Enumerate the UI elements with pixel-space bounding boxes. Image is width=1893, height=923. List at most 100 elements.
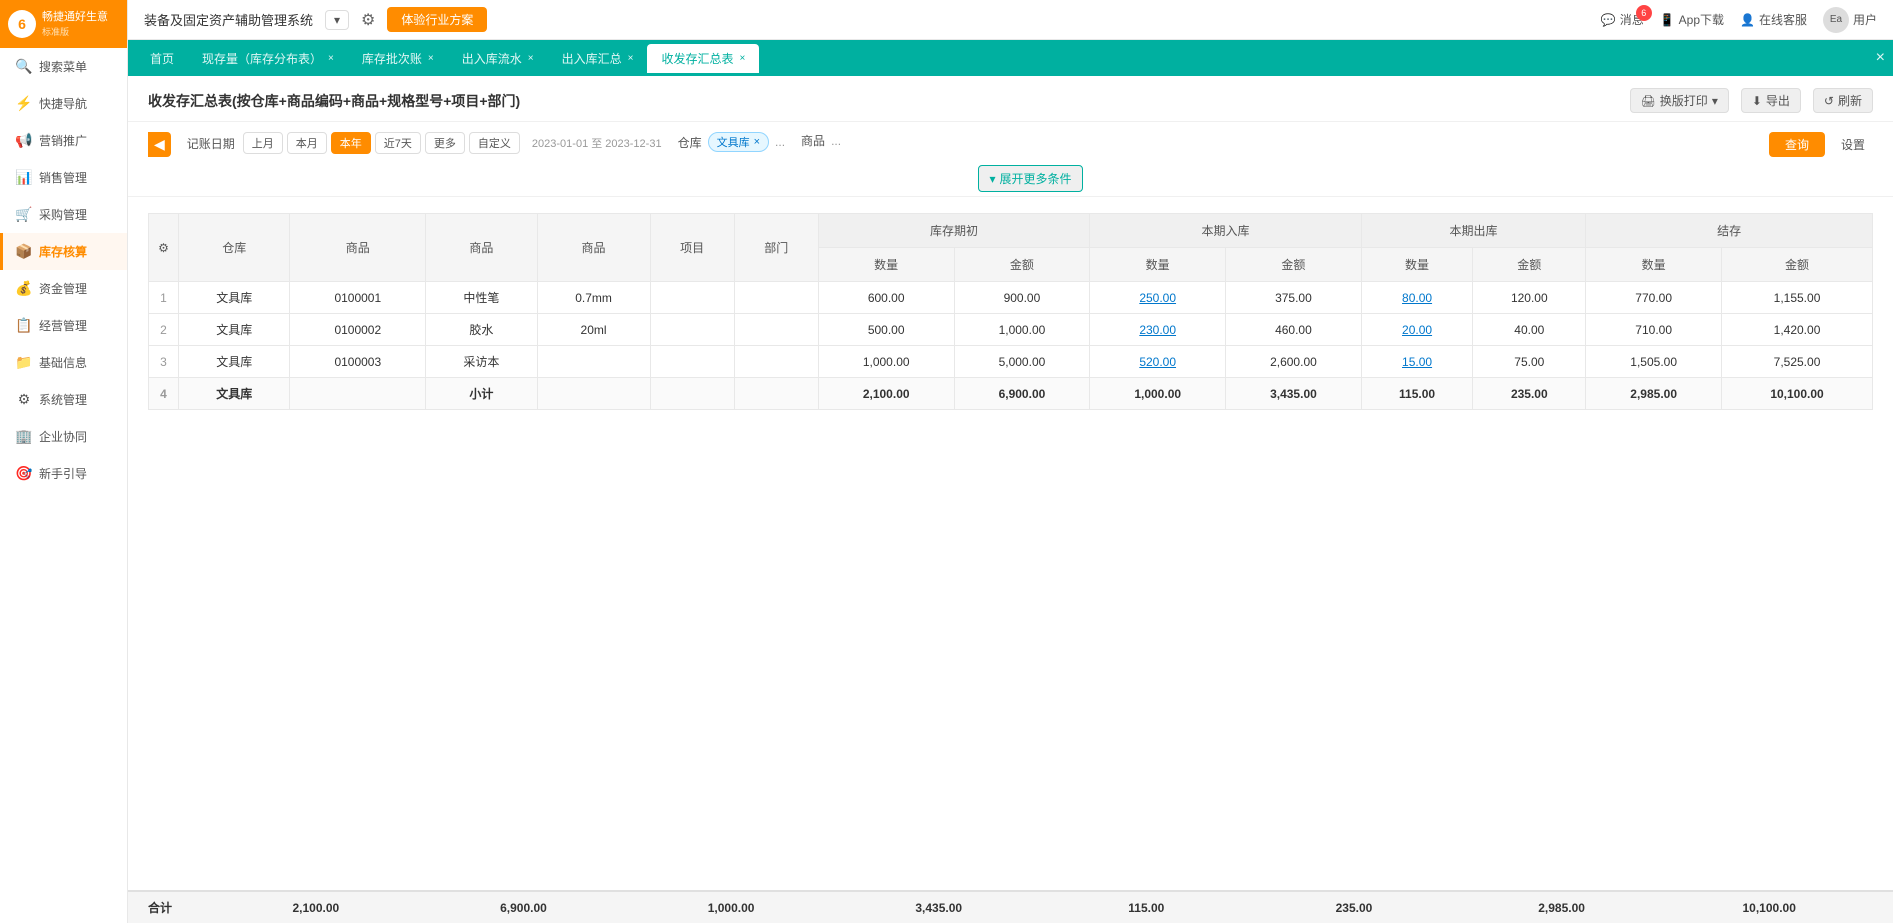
- sidebar-item-marketing[interactable]: 📢营销推广: [0, 122, 127, 159]
- app-download-btn[interactable]: 📱 App下载: [1660, 11, 1724, 28]
- footer-values: 2,100.00 6,900.00 1,000.00 3,435.00 115.…: [212, 901, 1873, 915]
- sidebar-logo: 6 畅捷通好生意 标准版: [0, 0, 127, 48]
- cell-out-qty[interactable]: 15.00: [1361, 346, 1472, 378]
- date-filter-group: 记账日期 上月 本月 本年 近7天 更多 自定义 2023-01-01 至 20…: [187, 132, 662, 154]
- th-in: 本期入库: [1090, 214, 1362, 248]
- notification-btn[interactable]: 💬 消息 6: [1601, 11, 1644, 28]
- th-closing: 结存: [1586, 214, 1873, 248]
- cell-num: 1: [149, 282, 179, 314]
- notif-badge: 6: [1636, 5, 1652, 21]
- cell-dept: [734, 282, 818, 314]
- topbar-left: 装备及固定资产辅助管理系统 ▾ ⚙ 体验行业方案: [144, 7, 487, 32]
- online-service-btn[interactable]: 👤 在线客服: [1740, 11, 1807, 28]
- footer-close-amt: 10,100.00: [1665, 901, 1873, 915]
- cell-in-qty[interactable]: 230.00: [1090, 314, 1226, 346]
- date-this-month[interactable]: 本月: [287, 132, 327, 154]
- tab-inout-flow[interactable]: 出入库流水 ×: [448, 44, 548, 73]
- export-button[interactable]: ⬇ 导出: [1741, 88, 1801, 113]
- cell-close-qty: 710.00: [1586, 314, 1722, 346]
- sidebar-item-system[interactable]: ⚙系统管理: [0, 381, 127, 418]
- cell-warehouse: 文具库: [179, 282, 290, 314]
- product-label: 商品: [801, 132, 825, 149]
- th-open-amt: 金额: [954, 248, 1090, 282]
- sidebar-item-search[interactable]: 🔍搜索菜单: [0, 48, 127, 85]
- product-more[interactable]: ...: [831, 134, 841, 148]
- cell-in-qty[interactable]: 520.00: [1090, 346, 1226, 378]
- warehouse-label: 仓库: [678, 134, 702, 151]
- sidebar-item-enterprise[interactable]: 🏢企业协同: [0, 418, 127, 455]
- tab-recv-send-label: 收发存汇总表: [661, 50, 733, 67]
- sidebar-item-quick[interactable]: ⚡快捷导航: [0, 85, 127, 122]
- query-button[interactable]: 查询: [1769, 132, 1825, 157]
- print-button[interactable]: 🖨 换版打印 ▾: [1630, 88, 1729, 113]
- th-out: 本期出库: [1361, 214, 1585, 248]
- cell-out-amt: 235.00: [1473, 378, 1586, 410]
- cell-out-amt: 75.00: [1473, 346, 1586, 378]
- cell-in-amt: 460.00: [1226, 314, 1362, 346]
- th-dept: 部门: [734, 214, 818, 282]
- cell-close-qty: 770.00: [1586, 282, 1722, 314]
- tab-home[interactable]: 首页: [136, 44, 188, 73]
- close-all-tabs[interactable]: ×: [1876, 49, 1885, 67]
- cell-close-qty: 2,985.00: [1586, 378, 1722, 410]
- topbar-gear-icon[interactable]: ⚙: [361, 10, 375, 30]
- cell-open-amt: 1,000.00: [954, 314, 1090, 346]
- brand-sub: 标准版: [42, 25, 108, 38]
- date-last-month[interactable]: 上月: [243, 132, 283, 154]
- table-row: 3 文具库 0100003 采访本 1,000.00 5,000.00 520.…: [149, 346, 1873, 378]
- cell-out-qty[interactable]: 20.00: [1361, 314, 1472, 346]
- tab-inout-summary[interactable]: 出入库汇总 ×: [548, 44, 648, 73]
- table-settings-icon[interactable]: ⚙: [158, 241, 169, 255]
- warehouse-tag-close[interactable]: ×: [754, 136, 760, 148]
- filter-toggle-btn[interactable]: ◀: [148, 132, 171, 157]
- sidebar-item-newbie[interactable]: 🎯新手引导: [0, 455, 127, 492]
- sidebar-icon-purchase: 🛒: [15, 206, 33, 223]
- sidebar-item-sales[interactable]: 📊 销售管理: [0, 159, 127, 196]
- sidebar-item-purchase[interactable]: 🛒采购管理: [0, 196, 127, 233]
- th-spec: 商品: [537, 214, 650, 282]
- cell-num: 3: [149, 346, 179, 378]
- trial-button[interactable]: 体验行业方案: [387, 7, 487, 32]
- settings-button[interactable]: 设置: [1833, 132, 1873, 157]
- sidebar-item-finance[interactable]: 💰资金管理: [0, 270, 127, 307]
- warehouse-more[interactable]: ...: [775, 135, 785, 149]
- date-7days[interactable]: 近7天: [375, 132, 421, 154]
- cell-open-qty: 2,100.00: [818, 378, 954, 410]
- tab-stock-dist-label: 现存量（库存分布表）: [202, 50, 322, 67]
- expand-more-btn[interactable]: ▾ 展开更多条件: [978, 165, 1082, 192]
- sidebar-item-operations[interactable]: 📋经营管理: [0, 307, 127, 344]
- refresh-button[interactable]: ↺ 刷新: [1813, 88, 1873, 113]
- th-in-qty: 数量: [1090, 248, 1226, 282]
- th-warehouse: 仓库: [179, 214, 290, 282]
- expand-arrow-icon: ▾: [989, 172, 995, 186]
- footer-open-amt: 6,900.00: [420, 901, 628, 915]
- tab-inout-summary-close[interactable]: ×: [628, 53, 634, 64]
- sidebar-label-sales: 销售管理: [39, 169, 87, 186]
- th-settings[interactable]: ⚙: [149, 214, 179, 282]
- sidebar-item-inventory[interactable]: 📦库存核算: [0, 233, 127, 270]
- user-menu[interactable]: Ea 用户: [1823, 7, 1877, 33]
- tab-inout-flow-close[interactable]: ×: [528, 53, 534, 64]
- topbar: 装备及固定资产辅助管理系统 ▾ ⚙ 体验行业方案 💬 消息 6 📱 App下载 …: [128, 0, 1893, 40]
- table-row: 4 文具库 小计 2,100.00 6,900.00 1,000.00 3,43…: [149, 378, 1873, 410]
- tab-stock-dist-close[interactable]: ×: [328, 53, 334, 64]
- page-title: 收发存汇总表(按仓库+商品编码+商品+规格型号+项目+部门): [148, 91, 520, 111]
- warehouse-tag-text: 文具库: [717, 134, 750, 150]
- sidebar-icon-sales: 📊: [15, 169, 33, 186]
- tab-batch-close[interactable]: ×: [428, 53, 434, 64]
- date-custom[interactable]: 自定义: [469, 132, 520, 154]
- tab-batch[interactable]: 库存批次账 ×: [348, 44, 448, 73]
- th-name: 商品: [426, 214, 537, 282]
- date-more[interactable]: 更多: [425, 132, 465, 154]
- sidebar-label-enterprise: 企业协同: [39, 428, 87, 445]
- cell-in-qty[interactable]: 250.00: [1090, 282, 1226, 314]
- tab-stock-dist[interactable]: 现存量（库存分布表） ×: [188, 44, 348, 73]
- tab-recv-send-close[interactable]: ×: [739, 53, 745, 64]
- cell-warehouse: 文具库: [179, 378, 290, 410]
- cell-code: 0100001: [290, 282, 426, 314]
- system-dropdown[interactable]: ▾: [325, 10, 349, 30]
- sidebar-item-basic[interactable]: 📁基础信息: [0, 344, 127, 381]
- date-this-year[interactable]: 本年: [331, 132, 371, 154]
- tab-recv-send[interactable]: 收发存汇总表 ×: [647, 44, 759, 73]
- cell-out-qty[interactable]: 80.00: [1361, 282, 1472, 314]
